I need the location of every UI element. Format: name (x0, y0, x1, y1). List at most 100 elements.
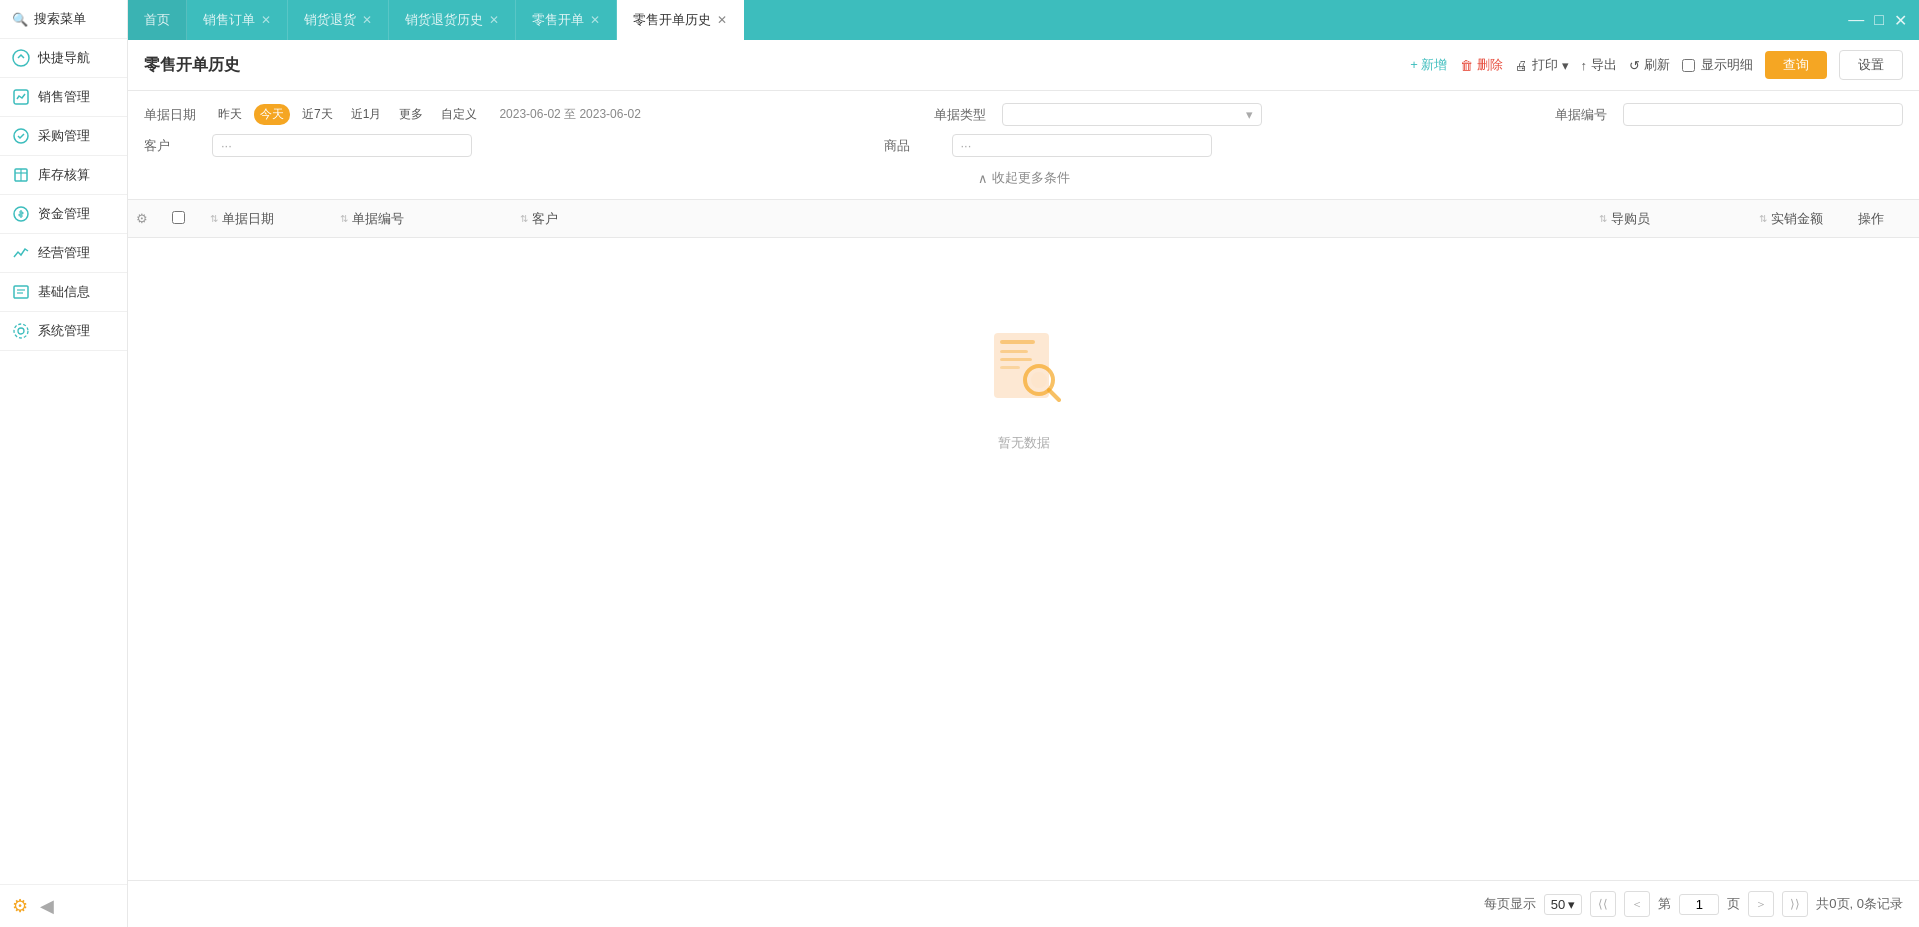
page-size-value: 50 (1551, 897, 1565, 912)
settings-gear-icon[interactable]: ⚙ (12, 895, 28, 917)
sidebar-item-label: 销售管理 (38, 88, 90, 106)
col-guide[interactable]: ⇅ 导购员 (1591, 210, 1711, 228)
date-label: 单据日期 (144, 106, 200, 124)
sidebar-item-label: 资金管理 (38, 205, 90, 223)
tab-close-icon[interactable]: ✕ (489, 13, 499, 27)
select-all-checkbox[interactable] (172, 211, 202, 227)
col-customer[interactable]: ⇅ 客户 (512, 210, 1591, 228)
date-range-display: 2023-06-02 至 2023-06-02 (499, 106, 640, 123)
search-icon: 🔍 (12, 12, 28, 27)
sort-icon: ⇅ (1599, 213, 1607, 224)
goods-input[interactable]: ··· (952, 134, 1212, 157)
new-button[interactable]: + 新增 (1410, 56, 1447, 74)
header-checkbox[interactable] (172, 211, 185, 224)
sidebar-item-label: 经营管理 (38, 244, 90, 262)
date-btn-yesterday[interactable]: 昨天 (212, 104, 248, 125)
tab-close-icon[interactable]: ✕ (362, 13, 372, 27)
sidebar-item-sys-mgmt[interactable]: 系统管理 (0, 312, 127, 351)
refresh-button[interactable]: ↺ 刷新 (1629, 56, 1670, 74)
tab-retail-open-hist[interactable]: 零售开单历史 ✕ (617, 0, 744, 40)
doc-type-select[interactable]: ▾ (1002, 103, 1262, 126)
col-date[interactable]: ⇅ 单据日期 (202, 210, 332, 228)
query-button[interactable]: 查询 (1765, 51, 1827, 79)
export-button[interactable]: ↑ 导出 (1581, 56, 1618, 74)
pagination: 每页显示 50 ▾ ⟨⟨ ＜ 第 1 页 ＞ ⟩⟩ 共0页, 0条记录 (128, 880, 1919, 927)
col-num[interactable]: ⇅ 单据编号 (332, 210, 512, 228)
date-btn-custom[interactable]: 自定义 (435, 104, 483, 125)
maximize-icon[interactable]: □ (1874, 11, 1884, 29)
page-size-arrow: ▾ (1568, 897, 1575, 912)
table-area: ⚙ ⇅ 单据日期 ⇅ 单据编号 ⇅ 客户 ⇅ 导购员 ⇅ 实销金额 (128, 200, 1919, 880)
tab-retail-open[interactable]: 零售开单 ✕ (516, 0, 617, 40)
close-window-icon[interactable]: ✕ (1894, 11, 1907, 30)
sidebar-item-operation[interactable]: 经营管理 (0, 234, 127, 273)
sidebar-item-quick-nav[interactable]: 快捷导航 (0, 39, 127, 78)
col-amount[interactable]: ⇅ 实销金额 (1711, 210, 1831, 228)
page-unit: 页 (1727, 895, 1740, 913)
sidebar-item-purchase-mgmt[interactable]: 采购管理 (0, 117, 127, 156)
collapse-more-button[interactable]: ∧ 收起更多条件 (144, 165, 1903, 191)
trash-icon: 🗑 (1460, 58, 1473, 73)
refresh-icon: ↺ (1629, 58, 1640, 73)
filter-row-date: 单据日期 昨天 今天 近7天 近1月 更多 自定义 2023-06-02 至 2… (144, 103, 1903, 126)
sales-mgmt-icon (12, 88, 30, 106)
tab-home[interactable]: 首页 (128, 0, 187, 40)
page-size-select[interactable]: 50 ▾ (1544, 894, 1582, 915)
svg-rect-13 (1000, 340, 1035, 344)
doc-type-label: 单据类型 (934, 106, 990, 124)
page-number-input[interactable]: 1 (1679, 894, 1719, 915)
set-button[interactable]: 设置 (1839, 50, 1903, 80)
date-btn-last1m[interactable]: 近1月 (345, 104, 388, 125)
sidebar-bottom: ⚙ ◀ (0, 884, 127, 927)
tab-close-icon[interactable]: ✕ (261, 13, 271, 27)
customer-label: 客户 (144, 137, 200, 155)
tab-close-icon[interactable]: ✕ (590, 13, 600, 27)
delete-button[interactable]: 🗑 删除 (1460, 56, 1503, 74)
column-settings-icon[interactable]: ⚙ (136, 211, 172, 226)
sidebar-item-finance[interactable]: 资金管理 (0, 195, 127, 234)
tab-sales-return[interactable]: 销货退货 ✕ (288, 0, 389, 40)
sidebar-item-label: 基础信息 (38, 283, 90, 301)
filter-area: 单据日期 昨天 今天 近7天 近1月 更多 自定义 2023-06-02 至 2… (128, 91, 1919, 200)
finance-icon (12, 205, 30, 223)
customer-input[interactable]: ··· (212, 134, 472, 157)
tab-close-icon[interactable]: ✕ (717, 13, 727, 27)
empty-icon (974, 318, 1074, 418)
main-area: 首页 销售订单 ✕ 销货退货 ✕ 销货退货历史 ✕ 零售开单 ✕ 零售开单历史 … (128, 0, 1919, 927)
svg-line-19 (1049, 390, 1059, 400)
sort-icon: ⇅ (210, 213, 218, 224)
display-detail-checkbox[interactable] (1682, 59, 1695, 72)
sidebar-item-basic-info[interactable]: 基础信息 (0, 273, 127, 312)
tab-sales-return-hist[interactable]: 销货退货历史 ✕ (389, 0, 516, 40)
first-page-button[interactable]: ⟨⟨ (1590, 891, 1616, 917)
svg-rect-7 (14, 286, 28, 298)
sidebar-item-label: 库存核算 (38, 166, 90, 184)
tab-bar: 首页 销售订单 ✕ 销货退货 ✕ 销货退货历史 ✕ 零售开单 ✕ 零售开单历史 … (128, 0, 1919, 40)
sidebar-search-label: 搜索菜单 (34, 10, 86, 28)
date-filter-buttons: 昨天 今天 近7天 近1月 更多 自定义 (212, 104, 483, 125)
doc-num-input[interactable] (1623, 103, 1903, 126)
sidebar-item-inventory[interactable]: 库存核算 (0, 156, 127, 195)
customer-placeholder: ··· (221, 138, 232, 153)
page-size-label: 每页显示 (1484, 895, 1536, 913)
sort-icon: ⇅ (520, 213, 528, 224)
next-page-button[interactable]: ＞ (1748, 891, 1774, 917)
prev-page-button[interactable]: ＜ (1624, 891, 1650, 917)
svg-point-18 (1031, 372, 1047, 388)
page-label: 第 (1658, 895, 1671, 913)
sidebar-item-sales-mgmt[interactable]: 销售管理 (0, 78, 127, 117)
last-page-button[interactable]: ⟩⟩ (1782, 891, 1808, 917)
date-btn-last7[interactable]: 近7天 (296, 104, 339, 125)
sidebar-search[interactable]: 🔍 搜索菜单 (0, 0, 127, 39)
date-btn-today[interactable]: 今天 (254, 104, 290, 125)
collapse-sidebar-icon[interactable]: ◀ (40, 895, 54, 917)
svg-point-10 (18, 328, 24, 334)
print-button[interactable]: 🖨 打印 ▾ (1515, 56, 1569, 74)
minimize-icon[interactable]: — (1848, 11, 1864, 29)
date-btn-more[interactable]: 更多 (393, 104, 429, 125)
display-detail-button[interactable]: 显示明细 (1682, 56, 1753, 74)
sidebar-item-label: 采购管理 (38, 127, 90, 145)
tab-sales-order[interactable]: 销售订单 ✕ (187, 0, 288, 40)
collapse-label: 收起更多条件 (992, 169, 1070, 187)
print-icon: 🖨 (1515, 58, 1528, 73)
